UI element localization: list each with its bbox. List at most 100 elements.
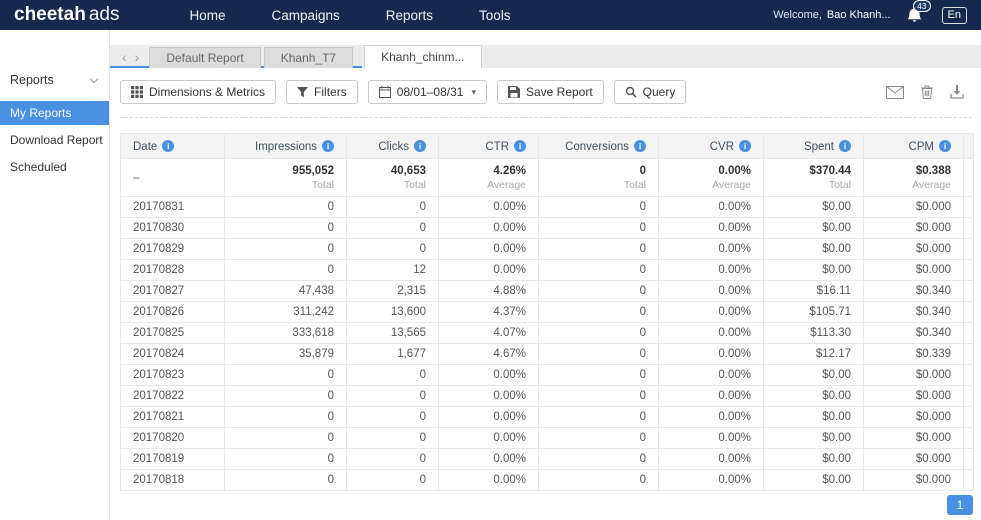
sidebar-item-my-reports[interactable]: My Reports [0,101,109,125]
info-icon[interactable]: i [414,139,426,152]
main-content: ‹ › Default Report Khanh_T7 Khanh_chinm.… [110,30,981,520]
total-value: 0 [639,164,646,177]
filters-button[interactable]: Filters [286,80,358,104]
value-cell: 0.00% [438,238,539,260]
value-cell: 0 [346,196,439,218]
value-cell: 0.00% [658,196,764,218]
page-layout: Reports My Reports Download Report Sched… [0,30,981,520]
column-header-cvr[interactable]: CVR i [658,133,764,159]
dimensions-metrics-button[interactable]: Dimensions & Metrics [120,80,277,104]
username[interactable]: Bao Khanh... [827,9,891,21]
value-cell: $0.00 [763,469,864,491]
nav-campaigns[interactable]: Campaigns [271,8,339,23]
nav-home[interactable]: Home [189,8,225,23]
sidebar-item-scheduled[interactable]: Scheduled [0,155,109,179]
tab-khanh-t7[interactable]: Khanh_T7 [263,47,354,68]
spacer-cell [963,343,974,365]
spacer-cell [963,322,974,344]
column-label: CTR [485,140,509,153]
value-cell: 0 [224,259,347,281]
nav-tools[interactable]: Tools [479,8,511,23]
table-row: 20170820 0 0 0.00% 0 0.00% $0.00 $0.000 [120,427,974,449]
column-header-cpm[interactable]: CPM i [863,133,964,159]
info-icon[interactable]: i [162,139,175,152]
info-icon[interactable]: i [939,139,951,152]
column-header-spent[interactable]: Spent i [763,133,864,159]
table-row: 20170825 333,618 13,565 4.07% 0 0.00% $113.30 $… [120,322,974,344]
column-label: Date [133,140,158,153]
value-cell: 0 [538,259,659,281]
save-report-button[interactable]: Save Report [496,80,604,104]
value-cell: 0 [224,196,347,218]
total-cell: 0 Total [538,158,659,197]
value-cell: 13,565 [346,322,439,344]
value-cell: 0 [538,364,659,386]
report-table-container: Date i Impressions i Clicks i CTR i Conversions i… [120,133,974,491]
column-header-date[interactable]: Date i [120,133,225,159]
tab-khanh-chinm[interactable]: Khanh_chinm... [364,45,482,68]
info-icon[interactable]: i [514,139,526,152]
date-cell: 20170822 [120,385,225,407]
nav-reports[interactable]: Reports [386,8,433,23]
tab-scroll-left-icon[interactable]: ‹ [118,50,131,64]
info-icon[interactable]: i [839,139,851,152]
value-cell: 0.00% [658,238,764,260]
value-cell: 0 [346,427,439,449]
spacer-cell [963,427,974,449]
delete-button[interactable] [921,85,933,99]
dimensions-metrics-label: Dimensions & Metrics [149,85,266,99]
language-button[interactable]: En [941,6,967,24]
value-cell: 0 [538,238,659,260]
column-header-ctr[interactable]: CTR i [438,133,539,159]
value-cell: 0.00% [438,448,539,470]
value-cell: 0.00% [658,301,764,323]
table-row: 20170827 47,438 2,315 4.88% 0 0.00% $16.11 $0.3… [120,280,974,302]
query-button[interactable]: Query [613,80,687,104]
query-label: Query [642,85,676,99]
value-cell: $0.000 [863,196,964,218]
column-label: Clicks [378,140,409,153]
total-value: 40,653 [390,164,426,177]
sidebar-item-download-report[interactable]: Download Report [0,128,109,152]
value-cell: 0 [346,385,439,407]
column-header-conversions[interactable]: Conversions i [538,133,659,159]
info-icon[interactable]: i [739,139,751,152]
info-icon[interactable]: i [634,139,646,152]
value-cell: 4.37% [438,301,539,323]
spacer-cell [963,196,974,218]
value-cell: 0 [538,448,659,470]
trash-icon [921,85,933,99]
column-header-impressions[interactable]: Impressions i [224,133,347,159]
notification-badge: 43 [913,0,931,12]
table-row: 20170823 0 0 0.00% 0 0.00% $0.00 $0.000 [120,364,974,386]
total-value: 955,052 [292,164,334,177]
spacer-cell [963,158,974,197]
value-cell: 0 [346,406,439,428]
value-cell: 0.00% [438,259,539,281]
spacer-cell [963,364,974,386]
sidebar-section-reports[interactable]: Reports [0,73,109,101]
value-cell: 0.00% [658,364,764,386]
tab-scroll-right-icon[interactable]: › [131,50,144,64]
info-icon[interactable]: i [322,139,334,152]
value-cell: $0.000 [863,469,964,491]
date-cell: 20170828 [120,259,225,281]
pagination-page-1[interactable]: 1 [947,495,973,515]
sidebar-section-label: Reports [10,73,54,87]
column-header-clicks[interactable]: Clicks i [346,133,439,159]
notifications-button[interactable]: 43 [906,0,931,23]
tab-default-report[interactable]: Default Report [149,47,261,68]
download-button[interactable] [950,85,964,99]
value-cell: $0.000 [863,448,964,470]
date-range-label: 08/01–08/31 [396,85,464,99]
date-range-button[interactable]: 08/01–08/31 ▾ [367,80,487,104]
mail-button[interactable] [886,85,904,99]
value-cell: $0.000 [863,385,964,407]
date-cell: 20170827 [120,280,225,302]
value-cell: 0 [538,196,659,218]
table-row: 20170818 0 0 0.00% 0 0.00% $0.00 $0.000 [120,469,974,491]
value-cell: $0.000 [863,217,964,239]
table-row: 20170824 35,879 1,677 4.67% 0 0.00% $12.17 $0.3… [120,343,974,365]
value-cell: 0 [538,280,659,302]
brand-logo[interactable]: cheetah ads [14,4,119,26]
